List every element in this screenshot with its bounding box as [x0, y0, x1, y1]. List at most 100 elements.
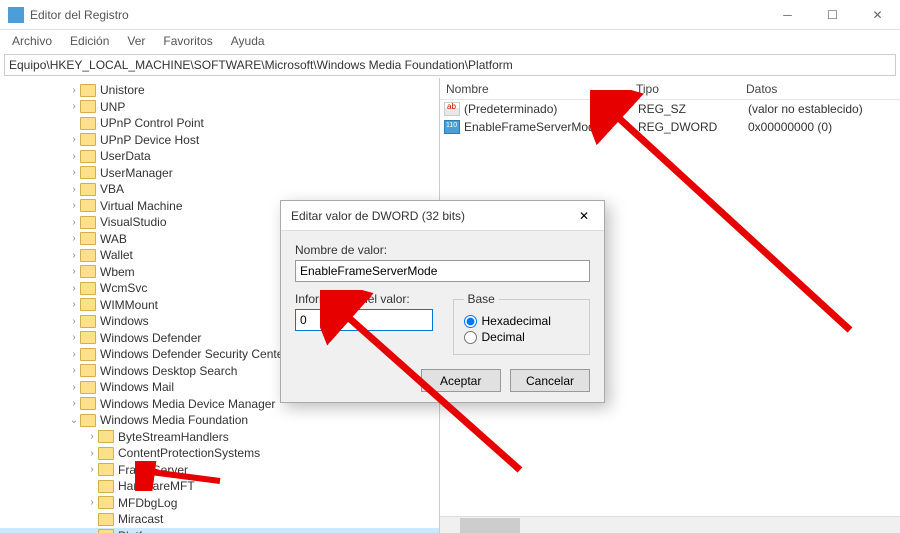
- tree-item[interactable]: ›Platform: [0, 528, 439, 533]
- menu-file[interactable]: Archivo: [4, 32, 60, 50]
- minimize-button[interactable]: ─: [765, 0, 810, 30]
- expander-icon[interactable]: ›: [68, 85, 80, 96]
- tree-item-label: Wbem: [100, 265, 135, 279]
- expander-icon[interactable]: ›: [86, 431, 98, 442]
- radio-hex[interactable]: [464, 315, 477, 328]
- expander-icon[interactable]: ›: [68, 382, 80, 393]
- folder-icon: [98, 447, 114, 460]
- tree-item[interactable]: UPnP Control Point: [0, 115, 439, 132]
- tree-item-label: Platform: [118, 529, 163, 533]
- expander-icon[interactable]: ›: [68, 217, 80, 228]
- folder-icon: [98, 430, 114, 443]
- expander-icon[interactable]: ›: [68, 316, 80, 327]
- expander-icon[interactable]: ›: [68, 266, 80, 277]
- value-name-label: Nombre de valor:: [295, 243, 590, 257]
- tree-item-label: WcmSvc: [100, 281, 147, 295]
- tree-item[interactable]: ›ContentProtectionSystems: [0, 445, 439, 462]
- expander-icon[interactable]: ›: [68, 134, 80, 145]
- folder-icon: [98, 463, 114, 476]
- list-row[interactable]: EnableFrameServerModeREG_DWORD0x00000000…: [440, 118, 900, 136]
- folder-icon: [80, 100, 96, 113]
- expander-icon[interactable]: ›: [68, 398, 80, 409]
- col-type[interactable]: Tipo: [630, 82, 740, 96]
- expander-icon[interactable]: ›: [68, 332, 80, 343]
- tree-item[interactable]: ›VBA: [0, 181, 439, 198]
- folder-icon: [80, 298, 96, 311]
- expander-icon[interactable]: ›: [68, 233, 80, 244]
- app-icon: [8, 7, 24, 23]
- tree-item[interactable]: › UserManager: [0, 165, 439, 182]
- dialog-titlebar[interactable]: Editar valor de DWORD (32 bits) ✕: [281, 201, 604, 231]
- expander-icon[interactable]: ›: [68, 365, 80, 376]
- tree-item[interactable]: ⌄Windows Media Foundation: [0, 412, 439, 429]
- expander-icon[interactable]: ›: [86, 497, 98, 508]
- tree-item[interactable]: › UPnP Device Host: [0, 132, 439, 149]
- tree-item-label: Windows Media Device Manager: [100, 397, 275, 411]
- folder-icon: [80, 84, 96, 97]
- tree-item-label: UNP: [100, 100, 125, 114]
- scrollbar-horizontal[interactable]: [440, 516, 900, 533]
- tree-item-label: Windows Mail: [100, 380, 174, 394]
- value-icon: [444, 102, 460, 116]
- menu-view[interactable]: Ver: [119, 32, 153, 50]
- col-data[interactable]: Datos: [740, 82, 900, 96]
- tree-item-label: UserManager: [100, 166, 173, 180]
- menu-favorites[interactable]: Favoritos: [155, 32, 220, 50]
- tree-item[interactable]: › UNP: [0, 99, 439, 116]
- value-name-input[interactable]: [295, 260, 590, 282]
- ok-button[interactable]: Aceptar: [421, 369, 501, 392]
- tree-item-label: Windows Desktop Search: [100, 364, 237, 378]
- folder-icon: [80, 183, 96, 196]
- expander-icon[interactable]: ›: [68, 101, 80, 112]
- maximize-button[interactable]: ☐: [810, 0, 855, 30]
- menu-edit[interactable]: Edición: [62, 32, 117, 50]
- expander-icon[interactable]: ›: [68, 200, 80, 211]
- tree-item[interactable]: Miracast: [0, 511, 439, 528]
- expander-icon[interactable]: ›: [68, 283, 80, 294]
- folder-icon: [98, 480, 114, 493]
- value-data-input[interactable]: [295, 309, 433, 331]
- close-button[interactable]: ✕: [855, 0, 900, 30]
- tree-item-label: FrameServer: [118, 463, 188, 477]
- tree-item-label: Windows: [100, 314, 149, 328]
- expander-icon[interactable]: ›: [68, 299, 80, 310]
- base-fieldset: Base Hexadecimal Decimal: [453, 292, 591, 355]
- expander-icon[interactable]: ⌄: [68, 415, 80, 426]
- list-row[interactable]: (Predeterminado)REG_SZ(valor no establec…: [440, 100, 900, 118]
- tree-item-label: Virtual Machine: [100, 199, 183, 213]
- folder-icon: [80, 315, 96, 328]
- tree-item[interactable]: ›MFDbgLog: [0, 495, 439, 512]
- list-header: Nombre Tipo Datos: [440, 78, 900, 100]
- tree-item[interactable]: ›ByteStreamHandlers: [0, 429, 439, 446]
- col-name[interactable]: Nombre: [440, 82, 630, 96]
- expander-icon[interactable]: ›: [68, 250, 80, 261]
- radio-dec[interactable]: [464, 331, 477, 344]
- tree-item-label: WAB: [100, 232, 127, 246]
- cancel-button[interactable]: Cancelar: [510, 369, 590, 392]
- expander-icon[interactable]: ›: [68, 349, 80, 360]
- tree-item[interactable]: ›Unistore: [0, 82, 439, 99]
- tree-item-label: UPnP Device Host: [100, 133, 199, 147]
- address-bar[interactable]: Equipo\HKEY_LOCAL_MACHINE\SOFTWARE\Micro…: [4, 54, 896, 76]
- expander-icon[interactable]: ›: [68, 184, 80, 195]
- value-type: REG_SZ: [638, 102, 748, 116]
- expander-icon[interactable]: ›: [68, 167, 80, 178]
- folder-icon: [98, 496, 114, 509]
- tree-item-label: HardwareMFT: [118, 479, 195, 493]
- value-data: (valor no establecido): [748, 102, 863, 116]
- tree-item-label: WIMMount: [100, 298, 158, 312]
- tree-item[interactable]: HardwareMFT: [0, 478, 439, 495]
- menu-help[interactable]: Ayuda: [223, 32, 273, 50]
- value-data-label: Información del valor:: [295, 292, 433, 306]
- window-title: Editor del Registro: [30, 8, 765, 22]
- tree-item[interactable]: › FrameServer: [0, 462, 439, 479]
- expander-icon[interactable]: ›: [86, 448, 98, 459]
- tree-item[interactable]: ›UserData: [0, 148, 439, 165]
- menubar: Archivo Edición Ver Favoritos Ayuda: [0, 30, 900, 52]
- folder-icon: [80, 133, 96, 146]
- dialog-close-button[interactable]: ✕: [564, 209, 604, 223]
- expander-icon[interactable]: ›: [86, 464, 98, 475]
- expander-icon[interactable]: ›: [68, 151, 80, 162]
- tree-item-label: VisualStudio: [100, 215, 167, 229]
- tree-item-label: Wallet: [100, 248, 133, 262]
